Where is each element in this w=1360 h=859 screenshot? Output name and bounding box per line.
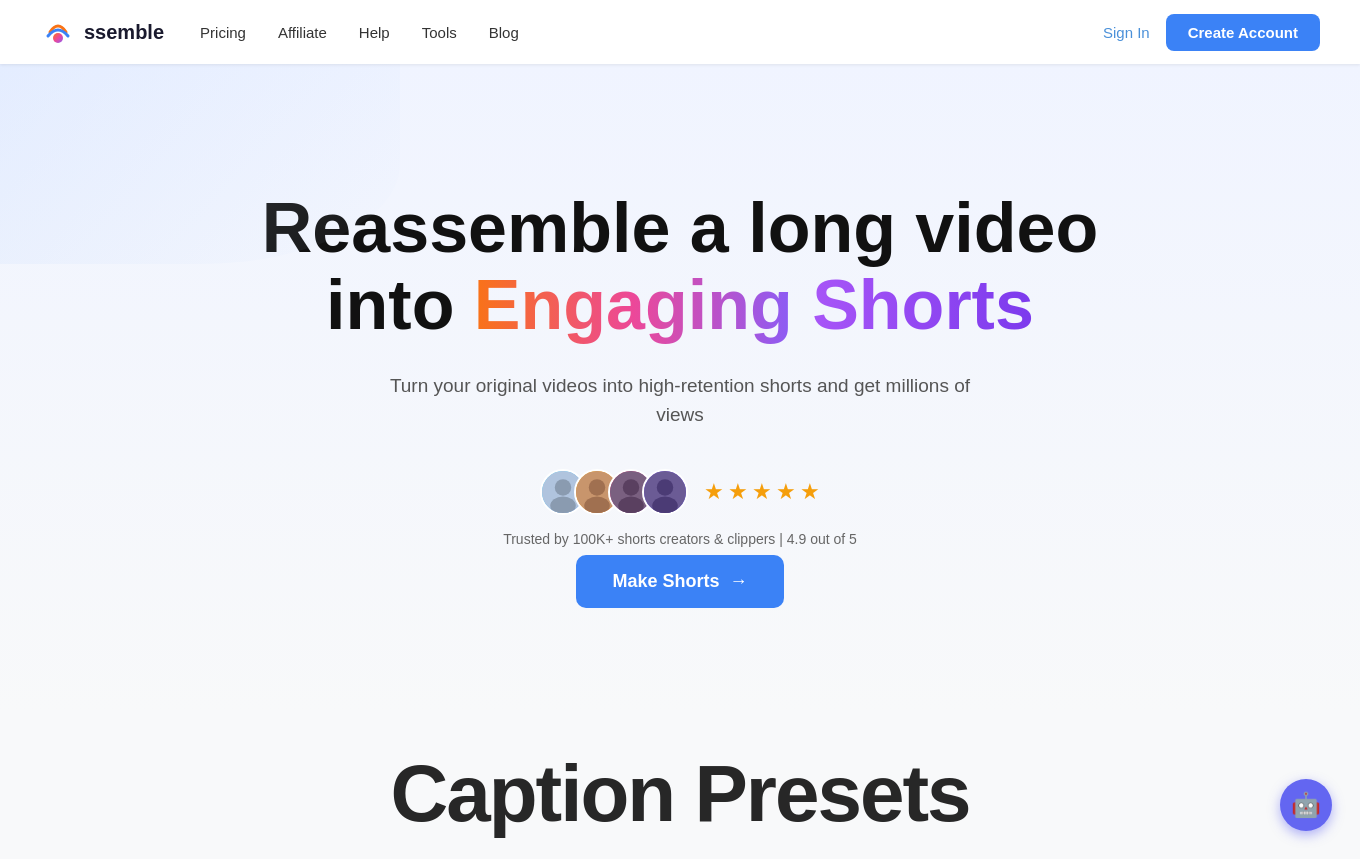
svg-point-6 bbox=[589, 479, 605, 495]
hero-title-line2-prefix: into bbox=[326, 266, 474, 344]
nav-item-affiliate[interactable]: Affiliate bbox=[278, 24, 327, 41]
star-3: ★ bbox=[752, 479, 772, 505]
avatar-4 bbox=[642, 469, 688, 515]
star-2: ★ bbox=[728, 479, 748, 505]
create-account-button[interactable]: Create Account bbox=[1166, 14, 1320, 51]
star-1: ★ bbox=[704, 479, 724, 505]
navbar-left: ssemble Pricing Affiliate Help Tools Blo… bbox=[40, 14, 519, 50]
svg-rect-0 bbox=[40, 14, 76, 50]
hero-title: Reassemble a long video into Engaging Sh… bbox=[262, 190, 1098, 344]
star-4: ★ bbox=[776, 479, 796, 505]
nav-links: Pricing Affiliate Help Tools Blog bbox=[200, 24, 519, 41]
logo-link[interactable]: ssemble bbox=[40, 14, 164, 50]
navbar: ssemble Pricing Affiliate Help Tools Blo… bbox=[0, 0, 1360, 64]
stars-rating: ★ ★ ★ ★ ★ bbox=[704, 479, 820, 505]
svg-point-12 bbox=[657, 479, 673, 495]
svg-point-9 bbox=[623, 479, 639, 495]
nav-item-blog[interactable]: Blog bbox=[489, 24, 519, 41]
logo-icon bbox=[40, 14, 76, 50]
navbar-right: Sign In Create Account bbox=[1103, 14, 1320, 51]
trusted-text: Trusted by 100K+ shorts creators & clipp… bbox=[503, 531, 857, 547]
hero-title-shorts: Shorts bbox=[812, 266, 1034, 344]
star-5: ★ bbox=[800, 479, 820, 505]
hero-title-line1: Reassemble a long video bbox=[262, 189, 1098, 267]
svg-point-1 bbox=[53, 33, 63, 43]
cta-label: Make Shorts bbox=[612, 571, 719, 592]
cta-arrow-icon: → bbox=[730, 571, 748, 592]
nav-item-help[interactable]: Help bbox=[359, 24, 390, 41]
hero-title-engaging: Engaging bbox=[474, 266, 793, 344]
bottom-title-text: Caption Presets bbox=[390, 749, 969, 838]
logo-text: ssemble bbox=[84, 21, 164, 44]
nav-item-tools[interactable]: Tools bbox=[422, 24, 457, 41]
hero-section: Reassemble a long video into Engaging Sh… bbox=[0, 64, 1360, 714]
chat-widget[interactable]: 🤖 bbox=[1280, 779, 1332, 831]
hero-subtitle: Turn your original videos into high-rete… bbox=[380, 372, 980, 429]
social-proof-wrapper: ★ ★ ★ ★ ★ Trusted by 100K+ shorts creato… bbox=[503, 469, 857, 547]
svg-point-3 bbox=[555, 479, 571, 495]
make-shorts-button[interactable]: Make Shorts → bbox=[576, 555, 783, 608]
nav-item-pricing[interactable]: Pricing bbox=[200, 24, 246, 41]
bottom-section: Caption Presets bbox=[0, 714, 1360, 859]
sign-in-button[interactable]: Sign In bbox=[1103, 24, 1150, 41]
social-proof-row: ★ ★ ★ ★ ★ bbox=[540, 469, 820, 515]
avatar-stack bbox=[540, 469, 688, 515]
bottom-section-title: Caption Presets bbox=[390, 754, 969, 834]
chat-robot-icon: 🤖 bbox=[1291, 791, 1321, 819]
